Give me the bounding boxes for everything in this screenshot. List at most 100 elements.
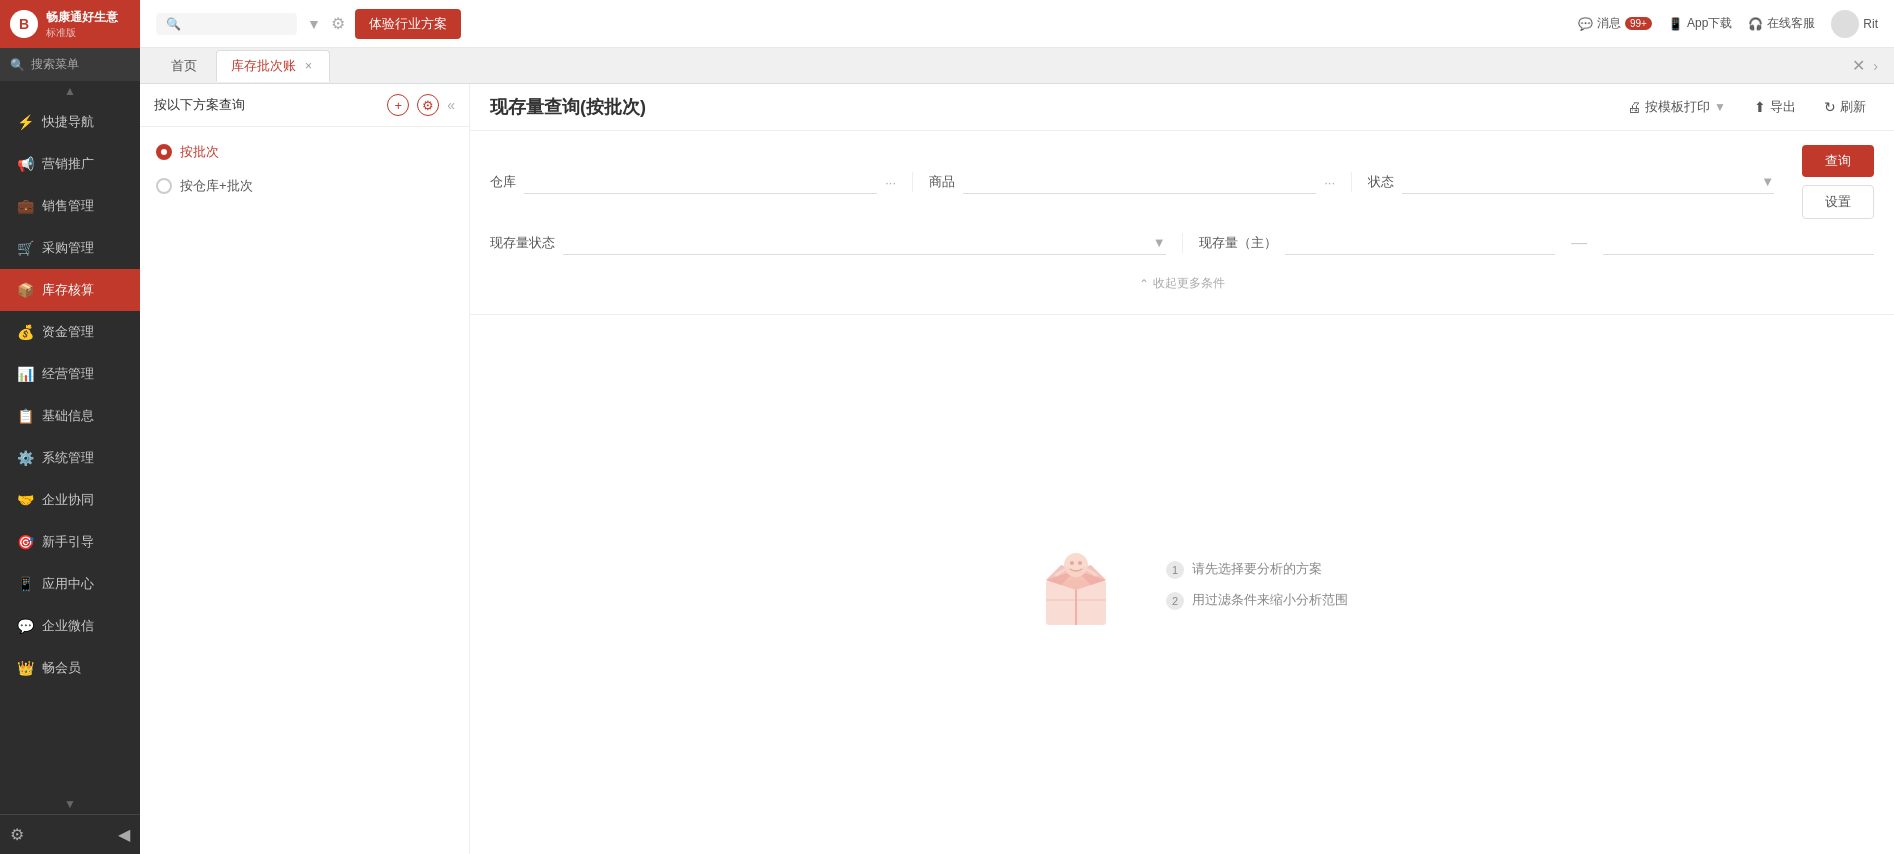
active-scheme-button[interactable]: ⚙: [417, 94, 439, 116]
sidebar-item-member[interactable]: 👑 畅会员: [0, 647, 140, 689]
export-label: 导出: [1770, 98, 1796, 116]
stock-qty-dash: —: [1563, 234, 1595, 252]
app-download-action[interactable]: 📱 App下载: [1668, 15, 1732, 32]
sidebar-collapse-icon[interactable]: ◀: [118, 825, 130, 844]
topbar-dropdown-icon[interactable]: ▼: [307, 16, 321, 32]
sidebar-nav: ⚡ 快捷导航 📢 营销推广 💼 销售管理 🛒 采购管理 📦 库存核算 💰 资金管…: [0, 101, 140, 794]
empty-icon-container: [1016, 525, 1136, 645]
online-service-action[interactable]: 🎧 在线客服: [1748, 15, 1815, 32]
finance-icon: 💰: [16, 323, 34, 341]
print-button[interactable]: 🖨 按模板打印 ▼: [1619, 94, 1734, 120]
message-badge: 99+: [1625, 17, 1652, 30]
print-dropdown-icon[interactable]: ▼: [1714, 100, 1726, 114]
sidebar-item-inventory[interactable]: 📦 库存核算: [0, 269, 140, 311]
tab-home-label: 首页: [171, 57, 197, 75]
sidebar-item-marketing[interactable]: 📢 营销推广: [0, 143, 140, 185]
app-title-group: 畅康通好生意 标准版: [46, 9, 118, 40]
stock-status-dropdown[interactable]: ▼: [563, 231, 1166, 255]
query-button[interactable]: 查询: [1802, 145, 1874, 177]
svg-point-8: [1078, 561, 1082, 565]
sidebar-item-enterprise[interactable]: 🤝 企业协同: [0, 479, 140, 521]
sidebar-item-basic[interactable]: 📋 基础信息: [0, 395, 140, 437]
stock-status-field: 现存量状态 ▼: [490, 231, 1166, 255]
stock-qty-min-input[interactable]: [1285, 231, 1556, 255]
sidebar-settings-icon[interactable]: ⚙: [10, 825, 24, 844]
topbar-search-area[interactable]: 🔍: [156, 13, 297, 35]
sidebar-item-wechat[interactable]: 💬 企业微信: [0, 605, 140, 647]
topbar-gear-icon[interactable]: ⚙: [331, 14, 345, 33]
quick-nav-icon: ⚡: [16, 113, 34, 131]
goods-input[interactable]: [963, 170, 1316, 194]
filter-divider-3: [1182, 233, 1183, 253]
search-icon: 🔍: [10, 58, 25, 72]
sidebar-scroll-up[interactable]: ▲: [0, 81, 140, 101]
goods-label: 商品: [929, 173, 955, 191]
settings-button[interactable]: 设置: [1802, 185, 1874, 219]
empty-tips: 1 请先选择要分析的方案 2 用过滤条件来缩小分析范围: [1166, 560, 1348, 610]
scheme-item-batch[interactable]: 按批次: [140, 135, 469, 169]
content-area: 按以下方案查询 + ⚙ « 按批次 按仓库+批次: [140, 84, 1894, 854]
wechat-icon: 💬: [16, 617, 34, 635]
tab-home[interactable]: 首页: [156, 50, 212, 81]
scheme-batch-label: 按批次: [180, 143, 219, 161]
sidebar-item-finance[interactable]: 💰 资金管理: [0, 311, 140, 353]
user-area[interactable]: Rit: [1831, 10, 1878, 38]
user-avatar: [1831, 10, 1859, 38]
empty-tip-1: 1 请先选择要分析的方案: [1166, 560, 1348, 579]
tabbar: 首页 库存批次账 × ✕ ›: [140, 48, 1894, 84]
sidebar-item-operations[interactable]: 📊 经营管理: [0, 353, 140, 395]
service-icon: 🎧: [1748, 17, 1763, 31]
sidebar-scroll-down[interactable]: ▼: [0, 794, 140, 814]
tab-arrow-icon[interactable]: ›: [1873, 58, 1878, 74]
message-action[interactable]: 💬 消息 99+: [1578, 15, 1652, 32]
sidebar-item-newcomer[interactable]: 🎯 新手引导: [0, 521, 140, 563]
phone-icon: 📱: [1668, 17, 1683, 31]
svg-point-6: [1064, 553, 1088, 577]
add-scheme-button[interactable]: +: [387, 94, 409, 116]
stock-qty-max-input[interactable]: [1603, 231, 1874, 255]
warehouse-more-icon[interactable]: ···: [885, 175, 896, 190]
filter-collapse-arrow[interactable]: «: [447, 97, 455, 113]
stock-qty-field: 现存量（主） —: [1199, 231, 1875, 255]
scheme-warehouse-batch-label: 按仓库+批次: [180, 177, 253, 195]
app-center-icon: 📱: [16, 575, 34, 593]
refresh-button[interactable]: ↻ 刷新: [1816, 94, 1874, 120]
scheme-dot-inner: [161, 149, 167, 155]
sidebar-item-label: 畅会员: [42, 659, 81, 677]
filter-row-2: 现存量状态 ▼ 现存量（主） —: [490, 231, 1874, 255]
inventory-icon: 📦: [16, 281, 34, 299]
scheme-item-warehouse-batch[interactable]: 按仓库+批次: [140, 169, 469, 203]
goods-more-icon[interactable]: ···: [1324, 175, 1335, 190]
warehouse-input[interactable]: [524, 170, 877, 194]
basic-icon: 📋: [16, 407, 34, 425]
status-label: 状态: [1368, 173, 1394, 191]
sidebar-item-quick-nav[interactable]: ⚡ 快捷导航: [0, 101, 140, 143]
sidebar-item-label: 企业协同: [42, 491, 94, 509]
empty-state: 1 请先选择要分析的方案 2 用过滤条件来缩小分析范围: [470, 315, 1894, 854]
sidebar-item-label: 应用中心: [42, 575, 94, 593]
export-button[interactable]: ⬆ 导出: [1746, 94, 1804, 120]
sidebar-item-label: 采购管理: [42, 239, 94, 257]
sidebar-item-label: 库存核算: [42, 281, 94, 299]
refresh-icon: ↻: [1824, 99, 1836, 115]
sidebar-header: B 畅康通好生意 标准版: [0, 0, 140, 48]
tab-inventory-batch[interactable]: 库存批次账 ×: [216, 50, 330, 82]
purchase-icon: 🛒: [16, 239, 34, 257]
sidebar-item-label: 新手引导: [42, 533, 94, 551]
sidebar-search[interactable]: 🔍 搜索菜单: [0, 48, 140, 81]
tab-panel-close-icon[interactable]: ✕: [1852, 56, 1865, 75]
collapse-more-button[interactable]: ⌃ 收起更多条件: [490, 267, 1874, 300]
tab-close-button[interactable]: ×: [302, 59, 315, 73]
sidebar-item-system[interactable]: ⚙️ 系统管理: [0, 437, 140, 479]
tip-number-2: 2: [1166, 592, 1184, 610]
status-dropdown-icon: ▼: [1761, 174, 1774, 189]
sidebar-item-sales[interactable]: 💼 销售管理: [0, 185, 140, 227]
empty-box-svg: [1026, 535, 1126, 635]
trial-button[interactable]: 体验行业方案: [355, 9, 461, 39]
status-dropdown[interactable]: ▼: [1402, 170, 1774, 194]
topbar-search-input[interactable]: [187, 17, 287, 31]
sidebar-item-purchase[interactable]: 🛒 采购管理: [0, 227, 140, 269]
sidebar-item-app-center[interactable]: 📱 应用中心: [0, 563, 140, 605]
enterprise-icon: 🤝: [16, 491, 34, 509]
sidebar-item-label: 快捷导航: [42, 113, 94, 131]
